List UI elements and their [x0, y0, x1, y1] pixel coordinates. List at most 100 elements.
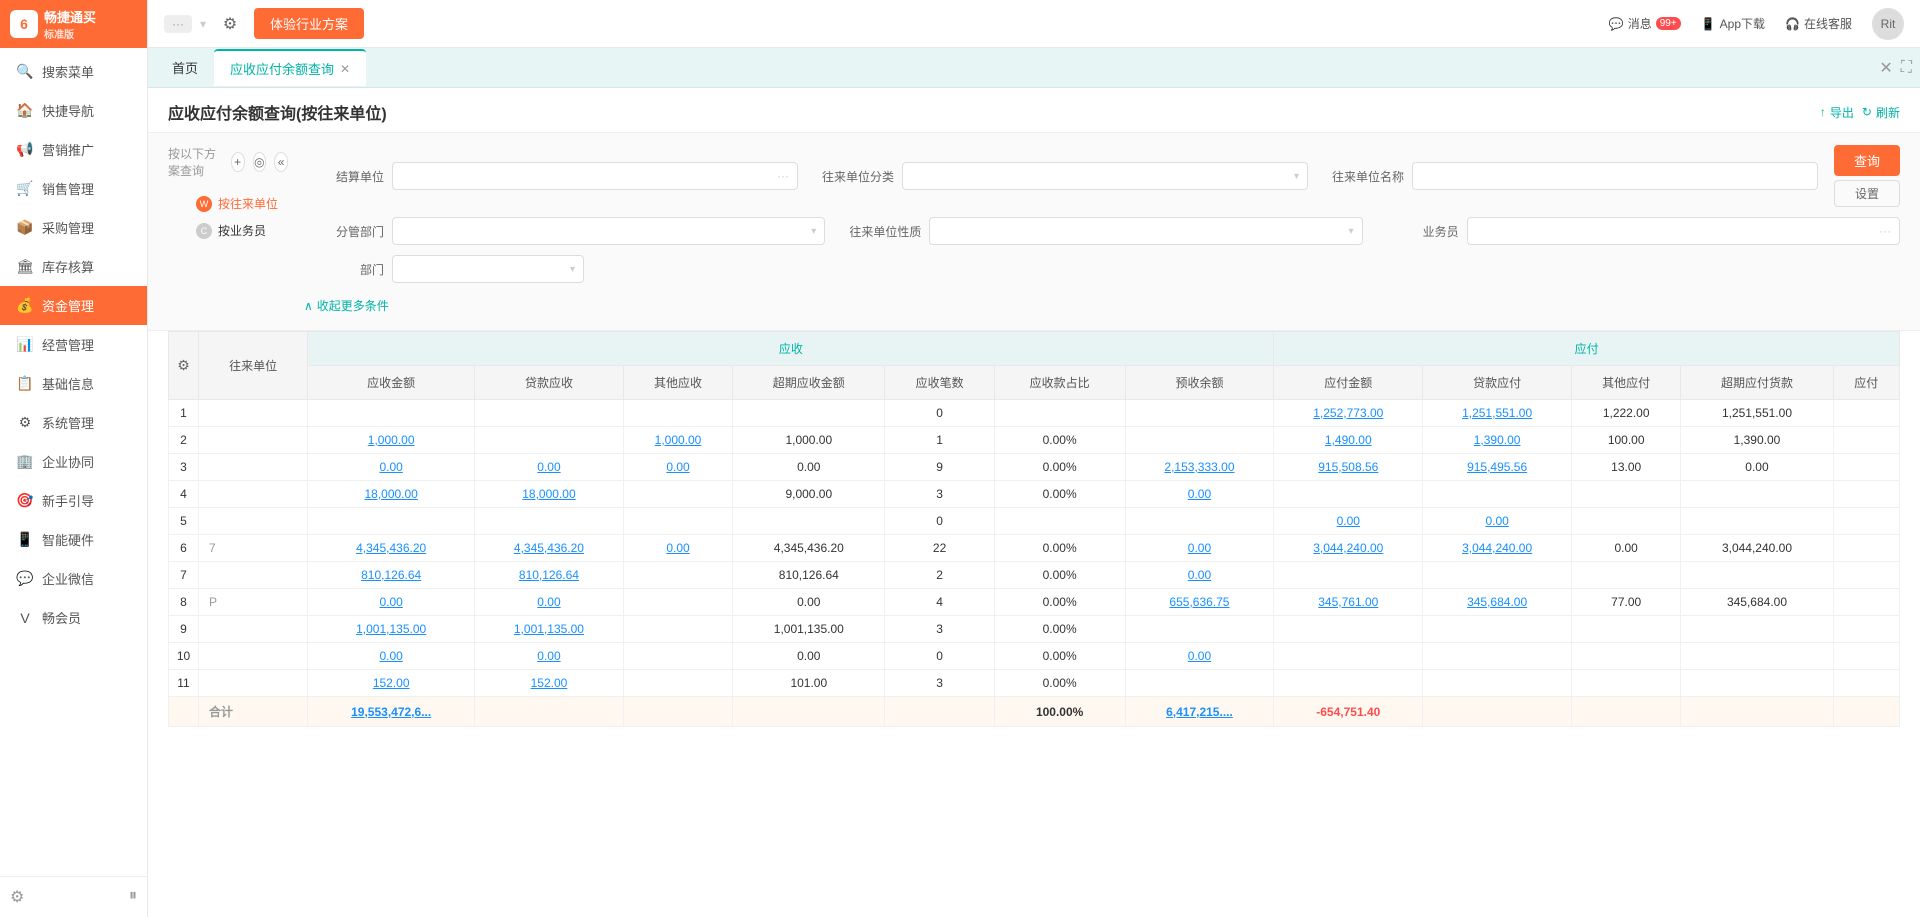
row-ar-prepay[interactable]: 655,636.75 [1125, 589, 1274, 616]
row-ar-loan[interactable]: 4,345,436.20 [475, 535, 624, 562]
sidebar-item-wechat[interactable]: 💬 企业微信 [0, 559, 147, 598]
row-ar-amount[interactable]: 1,000.00 [308, 427, 475, 454]
refresh-btn[interactable]: ↻ 刷新 [1862, 104, 1900, 121]
row-ar-prepay[interactable]: 0.00 [1125, 481, 1274, 508]
row-partner: P [199, 589, 308, 616]
row-ap-amount[interactable]: 0.00 [1274, 508, 1423, 535]
collapse-sidebar-btn[interactable]: ⏸ [129, 887, 137, 907]
row-ap-amount[interactable]: 915,508.56 [1274, 454, 1423, 481]
filter-partner-category-input[interactable]: ▾ [902, 162, 1308, 190]
row-ar-loan[interactable]: 18,000.00 [475, 481, 624, 508]
topbar-settings-btn[interactable]: ⚙ [218, 12, 242, 36]
filter-settlement-input[interactable]: ··· [392, 162, 798, 190]
row-ap-amount[interactable]: 1,252,773.00 [1274, 400, 1423, 427]
sidebar-item-quick-nav[interactable]: 🏠 快捷导航 [0, 91, 147, 130]
breadcrumb-item[interactable]: ··· [164, 15, 192, 33]
row-ap-other: 1,222.00 [1572, 400, 1681, 427]
total-ar-amount[interactable]: 19,553,472,6... [308, 697, 475, 727]
sidebar-item-enterprise[interactable]: 🏢 企业协同 [0, 442, 147, 481]
scheme-by-employee[interactable]: C 按业务员 [188, 218, 288, 243]
row-ar-loan[interactable]: 0.00 [475, 643, 624, 670]
app-download-btn[interactable]: 📱 App下载 [1701, 15, 1765, 32]
sidebar-item-finance[interactable]: 💰 资金管理 [0, 286, 147, 325]
sidebar-label-quick-nav: 快捷导航 [42, 101, 94, 120]
row-ap-loan[interactable]: 1,390.00 [1423, 427, 1572, 454]
user-avatar[interactable]: Rit [1872, 8, 1904, 40]
row-ar-amount [308, 400, 475, 427]
tab-close-btn[interactable]: ✕ [340, 62, 350, 76]
filter-salesperson-input[interactable]: ··· [1467, 217, 1900, 245]
row-ar-loan[interactable]: 152.00 [475, 670, 624, 697]
row-ar-amount[interactable]: 1,001,135.00 [308, 616, 475, 643]
breadcrumb: ··· ▾ [164, 15, 206, 33]
filter-collapse-btn[interactable]: « [274, 152, 288, 172]
tab-ar-ap[interactable]: 应收应付余额查询 ✕ [214, 49, 366, 86]
row-ar-other[interactable]: 1,000.00 [623, 427, 732, 454]
row-ar-prepay[interactable]: 0.00 [1125, 562, 1274, 589]
tab-expand-btn[interactable]: ⛶ [1901, 59, 1912, 77]
sidebar-item-operations[interactable]: 📊 经营管理 [0, 325, 147, 364]
row-ar-amount[interactable]: 152.00 [308, 670, 475, 697]
data-table: ⚙ 往来单位 应收 应付 应收金额贷款应收其他应收超期应收金额应收笔数应收款占比… [168, 331, 1900, 727]
row-ap-amount [1274, 616, 1423, 643]
row-ap-amount[interactable]: 3,044,240.00 [1274, 535, 1423, 562]
row-ar-loan[interactable]: 0.00 [475, 589, 624, 616]
row-ar-other[interactable]: 0.00 [623, 454, 732, 481]
sidebar-item-guide[interactable]: 🎯 新手引导 [0, 481, 147, 520]
row-ar-loan[interactable]: 1,001,135.00 [475, 616, 624, 643]
filter-partner-nature-input[interactable]: ▾ [929, 217, 1362, 245]
filter-collapse-btn[interactable]: ∧ 收起更多条件 [304, 293, 1900, 318]
row-ar-prepay[interactable]: 0.00 [1125, 535, 1274, 562]
row-partner [199, 508, 308, 535]
sidebar-item-sales[interactable]: 🛒 销售管理 [0, 169, 147, 208]
sidebar-item-basic-info[interactable]: 📋 基础信息 [0, 364, 147, 403]
filter-label: 按以下方案查询 [168, 145, 223, 179]
sidebar-item-member[interactable]: V 畅会员 [0, 598, 147, 637]
row-ar-prepay[interactable]: 2,153,333.00 [1125, 454, 1274, 481]
sidebar-item-hardware[interactable]: 📱 智能硬件 [0, 520, 147, 559]
row-ap-amount [1274, 670, 1423, 697]
row-ar-loan[interactable]: 810,126.64 [475, 562, 624, 589]
row-ar-amount[interactable]: 810,126.64 [308, 562, 475, 589]
scheme-by-partner[interactable]: W 按往来单位 [188, 191, 288, 216]
filter-add-btn[interactable]: + [231, 152, 245, 172]
query-btn[interactable]: 查询 [1834, 145, 1900, 176]
sidebar-item-search[interactable]: 🔍 搜索菜单 [0, 52, 147, 91]
sidebar-item-inventory[interactable]: 🏛 库存核算 [0, 247, 147, 286]
row-ap-amount[interactable]: 1,490.00 [1274, 427, 1423, 454]
row-ar-amount[interactable]: 0.00 [308, 454, 475, 481]
tab-home[interactable]: 首页 [156, 50, 214, 85]
tab-window-close-btn[interactable]: ✕ [1879, 58, 1892, 78]
sidebar-item-purchase[interactable]: 📦 采购管理 [0, 208, 147, 247]
filter-dept-input[interactable]: ▾ [392, 217, 825, 245]
export-btn[interactable]: ↑ 导出 [1820, 104, 1854, 121]
row-ap-loan[interactable]: 915,495.56 [1423, 454, 1572, 481]
row-ap-loan[interactable]: 1,251,551.00 [1423, 400, 1572, 427]
row-ar-ratio [994, 400, 1125, 427]
row-ar-amount[interactable]: 4,345,436.20 [308, 535, 475, 562]
settings-footer-btn[interactable]: ⚙ [10, 887, 24, 907]
row-ar-amount[interactable]: 0.00 [308, 589, 475, 616]
row-ap-loan[interactable]: 3,044,240.00 [1423, 535, 1572, 562]
customer-service-btn[interactable]: 🎧 在线客服 [1785, 15, 1852, 32]
row-ap-amount[interactable]: 345,761.00 [1274, 589, 1423, 616]
filter-settings-btn[interactable]: 设置 [1834, 180, 1900, 207]
row-ap-loan[interactable]: 345,684.00 [1423, 589, 1572, 616]
row-ar-prepay[interactable]: 0.00 [1125, 643, 1274, 670]
row-ar-other[interactable]: 0.00 [623, 535, 732, 562]
cta-button[interactable]: 体验行业方案 [254, 8, 364, 39]
table-row: 11152.00152.00101.0030.00% [169, 670, 1900, 697]
sidebar-item-marketing[interactable]: 📢 营销推广 [0, 130, 147, 169]
table-settings-btn[interactable]: ⚙ [177, 357, 190, 373]
row-ap-loan[interactable]: 0.00 [1423, 508, 1572, 535]
row-no: 11 [169, 670, 199, 697]
sidebar-item-system[interactable]: ⚙ 系统管理 [0, 403, 147, 442]
notification-btn[interactable]: 💬 消息 99+ [1609, 15, 1681, 32]
row-ar-amount[interactable]: 18,000.00 [308, 481, 475, 508]
row-ar-amount[interactable]: 0.00 [308, 643, 475, 670]
filter-department-input[interactable]: ▾ [392, 255, 584, 283]
filter-target-btn[interactable]: ◎ [253, 152, 267, 172]
filter-partner-name-input[interactable] [1412, 162, 1818, 190]
row-ar-loan[interactable]: 0.00 [475, 454, 624, 481]
total-ar-prepay[interactable]: 6,417,215.... [1125, 697, 1274, 727]
